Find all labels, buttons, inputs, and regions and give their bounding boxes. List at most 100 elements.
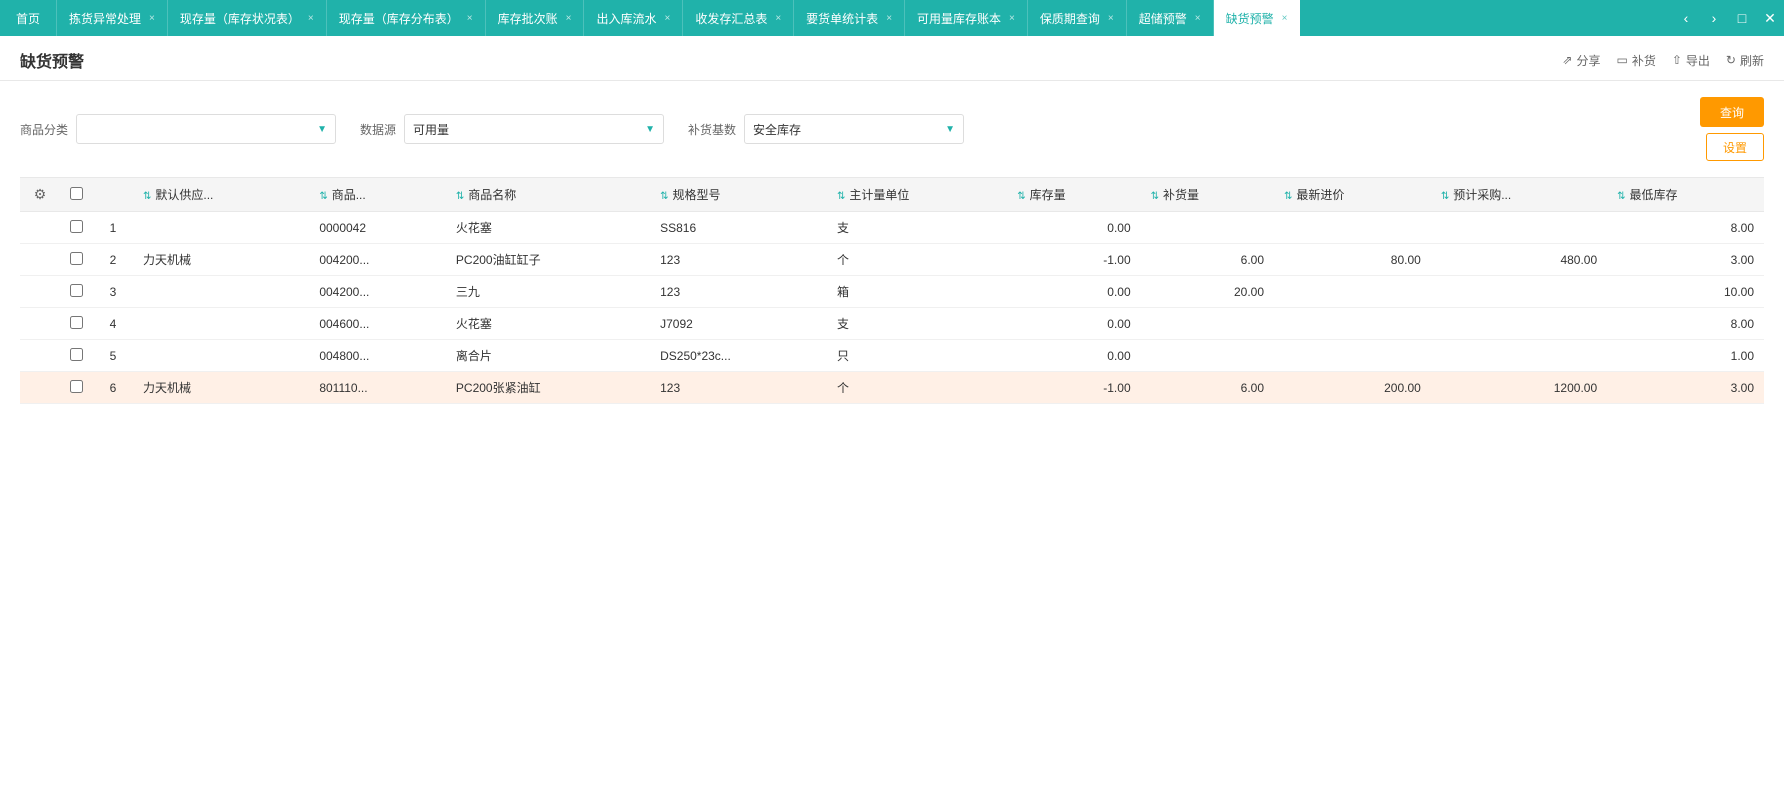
row-est-purchase — [1431, 276, 1607, 308]
th-unit[interactable]: ⇅主计量单位 — [827, 178, 1007, 212]
table-header: ⚙ ⇅默认供应... ⇅商品... ⇅商品名称 — [20, 178, 1764, 212]
tab-restore-button[interactable]: □ — [1728, 0, 1756, 36]
row-product-code: 0000042 — [309, 212, 446, 244]
tab-order-stats-close[interactable]: × — [886, 13, 892, 24]
tab-prev-button[interactable]: ‹ — [1672, 0, 1700, 36]
row-est-purchase — [1431, 308, 1607, 340]
table-row[interactable]: 6 力天机械 801110... PC200张紧油缸 123 个 -1.00 6… — [20, 372, 1764, 404]
table-row[interactable]: 5 004800... 离合片 DS250*23c... 只 0.00 1.00 — [20, 340, 1764, 372]
tab-inventory-dist[interactable]: 现存量（库存分布表） × — [327, 0, 486, 36]
table-row[interactable]: 1 0000042 火花塞 SS816 支 0.00 8.00 — [20, 212, 1764, 244]
row-index: 2 — [93, 244, 133, 276]
gear-icon[interactable]: ⚙ — [34, 186, 47, 202]
row-checkbox-cell[interactable] — [60, 372, 93, 404]
row-unit: 箱 — [827, 276, 1007, 308]
row-replenish-qty — [1141, 308, 1274, 340]
tab-inventory-dist-label: 现存量（库存分布表） — [339, 10, 459, 27]
row-min-stock: 3.00 — [1607, 244, 1764, 276]
replenish-label: 补货 — [1632, 52, 1656, 69]
tab-overstock-close[interactable]: × — [1195, 13, 1201, 24]
datasource-select[interactable]: 可用量 ▼ — [404, 114, 664, 144]
tab-batch-account-close[interactable]: × — [566, 13, 572, 24]
th-product-code[interactable]: ⇅商品... — [309, 178, 446, 212]
tab-home[interactable]: 首页 — [0, 0, 57, 36]
table-container: ⚙ ⇅默认供应... ⇅商品... ⇅商品名称 — [0, 177, 1784, 404]
tab-expiry-query[interactable]: 保质期查询 × — [1028, 0, 1127, 36]
tab-inout-flow[interactable]: 出入库流水 × — [584, 0, 683, 36]
tab-available-ledger[interactable]: 可用量库存账本 × — [905, 0, 1028, 36]
row-checkbox-cell[interactable] — [60, 308, 93, 340]
th-product-name[interactable]: ⇅商品名称 — [446, 178, 650, 212]
th-replenish-qty[interactable]: ⇅补货量 — [1141, 178, 1274, 212]
data-table: ⚙ ⇅默认供应... ⇅商品... ⇅商品名称 — [20, 177, 1764, 404]
row-checkbox[interactable] — [70, 252, 83, 265]
tab-inventory-status[interactable]: 现存量（库存状况表） × — [168, 0, 327, 36]
tab-next-button[interactable]: › — [1700, 0, 1728, 36]
query-button[interactable]: 查询 — [1700, 97, 1764, 127]
tab-inventory-status-close[interactable]: × — [308, 13, 314, 24]
tab-abnormal-close[interactable]: × — [149, 13, 155, 24]
row-checkbox[interactable] — [70, 380, 83, 393]
th-est-purchase[interactable]: ⇅预计采购... — [1431, 178, 1607, 212]
refresh-icon: ↻ — [1726, 53, 1736, 67]
row-checkbox[interactable] — [70, 220, 83, 233]
category-select[interactable]: ▼ — [76, 114, 336, 144]
select-all-checkbox[interactable] — [70, 187, 83, 200]
tab-abnormal[interactable]: 拣货异常处理 × — [57, 0, 168, 36]
row-checkbox[interactable] — [70, 348, 83, 361]
row-latest-price — [1274, 212, 1431, 244]
export-button[interactable]: ⇧ 导出 — [1672, 52, 1710, 69]
tab-inout-flow-close[interactable]: × — [664, 13, 670, 24]
tab-expiry-query-close[interactable]: × — [1108, 13, 1114, 24]
refresh-label: 刷新 — [1740, 52, 1764, 69]
tab-close-button[interactable]: ✕ — [1756, 0, 1784, 36]
row-default-supplier: 力天机械 — [133, 244, 309, 276]
th-stock[interactable]: ⇅库存量 — [1007, 178, 1140, 212]
table-row[interactable]: 4 004600... 火花塞 J7092 支 0.00 8.00 — [20, 308, 1764, 340]
th-spec[interactable]: ⇅规格型号 — [650, 178, 827, 212]
row-stock: 0.00 — [1007, 212, 1140, 244]
tab-shortage-close[interactable]: × — [1282, 13, 1288, 24]
row-gear-cell — [20, 244, 60, 276]
tab-shortage[interactable]: 缺货预警 × — [1214, 0, 1301, 36]
row-checkbox-cell[interactable] — [60, 276, 93, 308]
row-default-supplier — [133, 276, 309, 308]
row-checkbox-cell[interactable] — [60, 340, 93, 372]
row-checkbox[interactable] — [70, 316, 83, 329]
th-checkbox[interactable] — [60, 178, 93, 212]
row-est-purchase — [1431, 340, 1607, 372]
th-gear[interactable]: ⚙ — [20, 178, 60, 212]
row-checkbox-cell[interactable] — [60, 212, 93, 244]
row-unit: 支 — [827, 308, 1007, 340]
refresh-button[interactable]: ↻ 刷新 — [1726, 52, 1764, 69]
row-est-purchase: 480.00 — [1431, 244, 1607, 276]
tab-nav-buttons: ‹ › □ ✕ — [1672, 0, 1784, 36]
row-latest-price: 200.00 — [1274, 372, 1431, 404]
th-min-stock[interactable]: ⇅最低库存 — [1607, 178, 1764, 212]
row-product-name: PC200油缸缸子 — [446, 244, 650, 276]
settings-button[interactable]: 设置 — [1706, 133, 1764, 161]
replenish-base-label: 补货基数 — [688, 121, 736, 138]
replenish-base-select[interactable]: 安全库存 ▼ — [744, 114, 964, 144]
row-index: 4 — [93, 308, 133, 340]
th-latest-price[interactable]: ⇅最新进价 — [1274, 178, 1431, 212]
tab-recv-summary-label: 收发存汇总表 — [695, 10, 767, 27]
row-checkbox-cell[interactable] — [60, 244, 93, 276]
table-row[interactable]: 3 004200... 三九 123 箱 0.00 20.00 10.00 — [20, 276, 1764, 308]
tab-batch-account[interactable]: 库存批次账 × — [486, 0, 585, 36]
th-default-supplier[interactable]: ⇅默认供应... — [133, 178, 309, 212]
tab-recv-summary-close[interactable]: × — [775, 13, 781, 24]
tab-order-stats[interactable]: 要货单统计表 × — [794, 0, 905, 36]
replenish-button[interactable]: ▭ 补货 — [1616, 52, 1655, 69]
tab-available-ledger-close[interactable]: × — [1009, 13, 1015, 24]
tab-inventory-dist-close[interactable]: × — [467, 13, 473, 24]
tab-recv-summary[interactable]: 收发存汇总表 × — [683, 0, 794, 36]
share-button[interactable]: ⇗ 分享 — [1562, 52, 1600, 69]
table-row[interactable]: 2 力天机械 004200... PC200油缸缸子 123 个 -1.00 6… — [20, 244, 1764, 276]
row-checkbox[interactable] — [70, 284, 83, 297]
row-replenish-qty: 20.00 — [1141, 276, 1274, 308]
row-spec: J7092 — [650, 308, 827, 340]
tab-overstock[interactable]: 超储预警 × — [1127, 0, 1214, 36]
row-est-purchase — [1431, 212, 1607, 244]
row-min-stock: 3.00 — [1607, 372, 1764, 404]
